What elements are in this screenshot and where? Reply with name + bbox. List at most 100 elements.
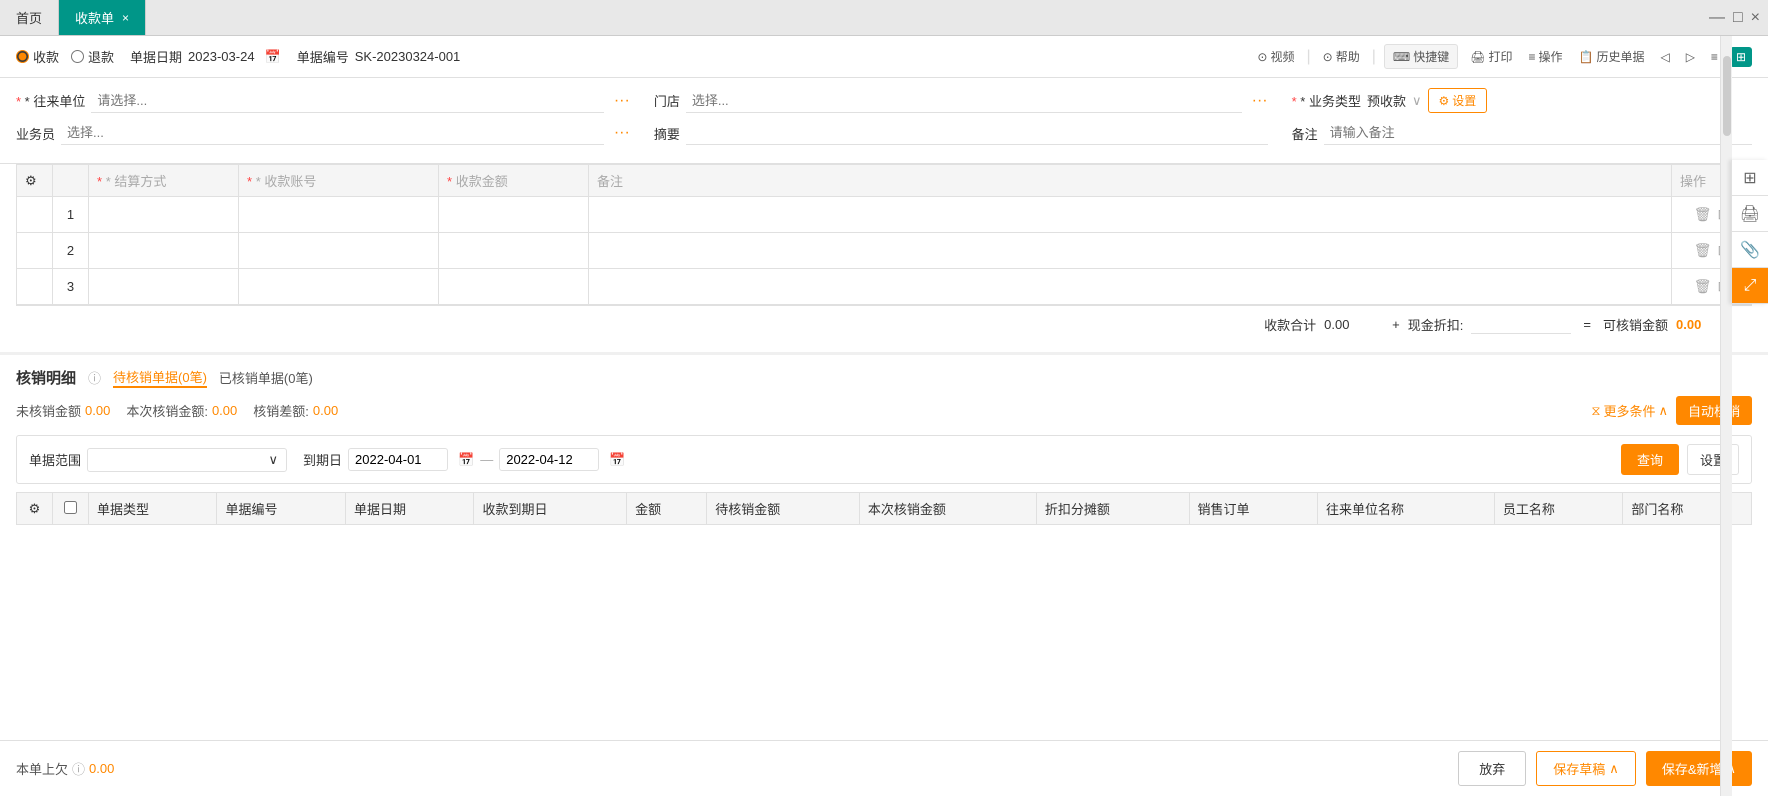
- query-btn[interactable]: 查询: [1621, 444, 1679, 475]
- save-new-btn[interactable]: 保存&新增 ∧: [1646, 751, 1752, 786]
- table-header-row: ⚙ * * 结算方式 * * 收款账号 * 收款金额 备注: [17, 165, 1752, 197]
- counterpart-input[interactable]: [91, 89, 603, 113]
- right-panel-expand-btn[interactable]: ⤢: [1732, 268, 1768, 304]
- verify-tab-verified[interactable]: 已核销单据(0笔): [219, 368, 313, 387]
- date-to-calendar-icon[interactable]: 📅: [609, 452, 625, 468]
- history-btn-label: 历史单据: [1596, 48, 1644, 65]
- shortcut-btn-label: 快捷键: [1413, 48, 1449, 65]
- remark-input[interactable]: [1324, 121, 1752, 145]
- help-btn[interactable]: ⊙ 帮助: [1319, 46, 1364, 67]
- video-btn[interactable]: ⊙ 视频: [1253, 46, 1298, 67]
- scroll-track[interactable]: [1720, 36, 1732, 796]
- verify-header: 核销明细 ⓘ 待核销单据(0笔) 已核销单据(0笔): [16, 367, 1752, 388]
- date-from-calendar-icon[interactable]: 📅: [458, 452, 474, 468]
- row1-account[interactable]: [239, 197, 439, 233]
- staff-more-btn[interactable]: ···: [614, 124, 630, 142]
- remark-group: 备注: [1292, 121, 1752, 145]
- col-num-header: [53, 165, 89, 197]
- row3-account[interactable]: [239, 269, 439, 305]
- discount-input[interactable]: [1471, 314, 1571, 334]
- radio-refund[interactable]: 退款: [71, 47, 114, 66]
- grid-view-btn[interactable]: ⊞: [1730, 47, 1752, 67]
- tab-close-icon[interactable]: ×: [122, 11, 129, 25]
- save-draft-btn[interactable]: 保存草稿 ∧: [1536, 751, 1636, 786]
- tab-current[interactable]: 收款单 ×: [59, 0, 146, 35]
- abandon-btn[interactable]: 放弃: [1458, 751, 1526, 786]
- tab-bar: 首页 收款单 × — □ ×: [0, 0, 1768, 36]
- sub-col-checkbox[interactable]: [53, 493, 89, 525]
- number-value: SK-20230324-001: [355, 49, 461, 64]
- current-verify-label: 本次核销金额: [868, 502, 946, 517]
- row3-settings: [17, 269, 53, 305]
- right-panel-table-btn[interactable]: ⊞: [1732, 160, 1768, 196]
- sub-table-header-row: ⚙ 单据类型 单据编号 单据日期 收款到期日: [17, 493, 1752, 525]
- verify-title: 核销明细: [16, 367, 76, 388]
- prev-info-icon[interactable]: ⓘ: [72, 759, 85, 778]
- radio-refund-input[interactable]: [71, 50, 84, 63]
- radio-receive[interactable]: 收款: [16, 47, 59, 66]
- number-label: 单据编号: [297, 47, 349, 66]
- col-remark-header: 备注: [589, 165, 1672, 197]
- abandon-btn-label: 放弃: [1479, 762, 1505, 777]
- nav-next-btn[interactable]: ▷: [1682, 48, 1699, 66]
- settlement-label: * 结算方式: [106, 174, 167, 189]
- form-settings-btn[interactable]: ⚙ 设置: [1428, 88, 1488, 113]
- date-from-input[interactable]: [348, 448, 448, 471]
- col-settings-header[interactable]: ⚙: [17, 165, 53, 197]
- select-all-checkbox[interactable]: [64, 501, 77, 514]
- store-input[interactable]: [686, 89, 1242, 113]
- shortcut-btn[interactable]: ⌨ 快捷键: [1384, 44, 1458, 69]
- col-account-header: * * 收款账号: [239, 165, 439, 197]
- store-more-btn[interactable]: ···: [1252, 92, 1268, 110]
- window-close-icon[interactable]: ×: [1751, 9, 1760, 27]
- summary-input[interactable]: [686, 121, 1268, 145]
- row1-settings: [17, 197, 53, 233]
- op-col-label: 操作: [1680, 174, 1706, 189]
- docnum-label: 单据编号: [225, 502, 277, 517]
- row1-amount[interactable]: [439, 197, 589, 233]
- counterpart-group: * 往来单位 ···: [16, 89, 630, 113]
- operation-btn[interactable]: ≡ 操作: [1524, 46, 1566, 67]
- row2-amount[interactable]: [439, 233, 589, 269]
- sub-col-pending: 待核销金额: [707, 493, 860, 525]
- calendar-icon[interactable]: 📅: [265, 49, 281, 65]
- verify-info-icon[interactable]: ⓘ: [88, 368, 101, 387]
- print-btn[interactable]: 🖨 打印: [1466, 46, 1516, 67]
- row3-settlement[interactable]: [89, 269, 239, 305]
- counterpart-more-btn[interactable]: ···: [614, 92, 630, 110]
- row1-settlement[interactable]: [89, 197, 239, 233]
- radio-receive-input[interactable]: [16, 50, 29, 63]
- right-panel-print-btn[interactable]: 🖨: [1732, 196, 1768, 232]
- sub-col-discount: 折扣分摊额: [1036, 493, 1189, 525]
- prev-amount-info: 本单上欠 ⓘ 0.00: [16, 759, 114, 778]
- staff-input[interactable]: [61, 121, 604, 145]
- store-label: 门店: [654, 91, 680, 110]
- row2-remark[interactable]: [589, 233, 1672, 269]
- auto-verify-btn[interactable]: 自动核销: [1676, 396, 1752, 425]
- date-to-input[interactable]: [499, 448, 599, 471]
- nav-prev-btn[interactable]: ◁: [1656, 48, 1673, 66]
- row3-amount[interactable]: [439, 269, 589, 305]
- doc-type-radio-group: 收款 退款: [16, 47, 114, 66]
- row1-remark[interactable]: [589, 197, 1672, 233]
- minimize-icon[interactable]: —: [1709, 9, 1725, 27]
- more-conditions-btn[interactable]: ⧖ 更多条件 ∧: [1591, 401, 1668, 420]
- tab-home[interactable]: 首页: [0, 0, 59, 35]
- business-type-arrow[interactable]: ∨: [1412, 93, 1422, 109]
- sub-col-settings[interactable]: ⚙: [17, 493, 53, 525]
- row2-account[interactable]: [239, 233, 439, 269]
- range-select[interactable]: ∨: [87, 448, 287, 472]
- verify-tab-pending[interactable]: 待核销单据(0笔): [113, 367, 207, 388]
- amount-label: 收款金额: [456, 174, 508, 189]
- history-btn[interactable]: 📋 历史单据: [1574, 46, 1648, 67]
- row3-remark[interactable]: [589, 269, 1672, 305]
- save-draft-label: 保存草稿: [1553, 759, 1605, 778]
- row1-delete-btn[interactable]: 🗑: [1694, 206, 1712, 223]
- row3-delete-btn[interactable]: 🗑: [1694, 278, 1712, 295]
- save-draft-arrow-icon: ∧: [1609, 761, 1619, 777]
- nav-next-icon: ▷: [1686, 50, 1695, 64]
- row2-settlement[interactable]: [89, 233, 239, 269]
- row2-delete-btn[interactable]: 🗑: [1694, 242, 1712, 259]
- right-panel-attach-btn[interactable]: 📎: [1732, 232, 1768, 268]
- maximize-icon[interactable]: □: [1733, 9, 1743, 27]
